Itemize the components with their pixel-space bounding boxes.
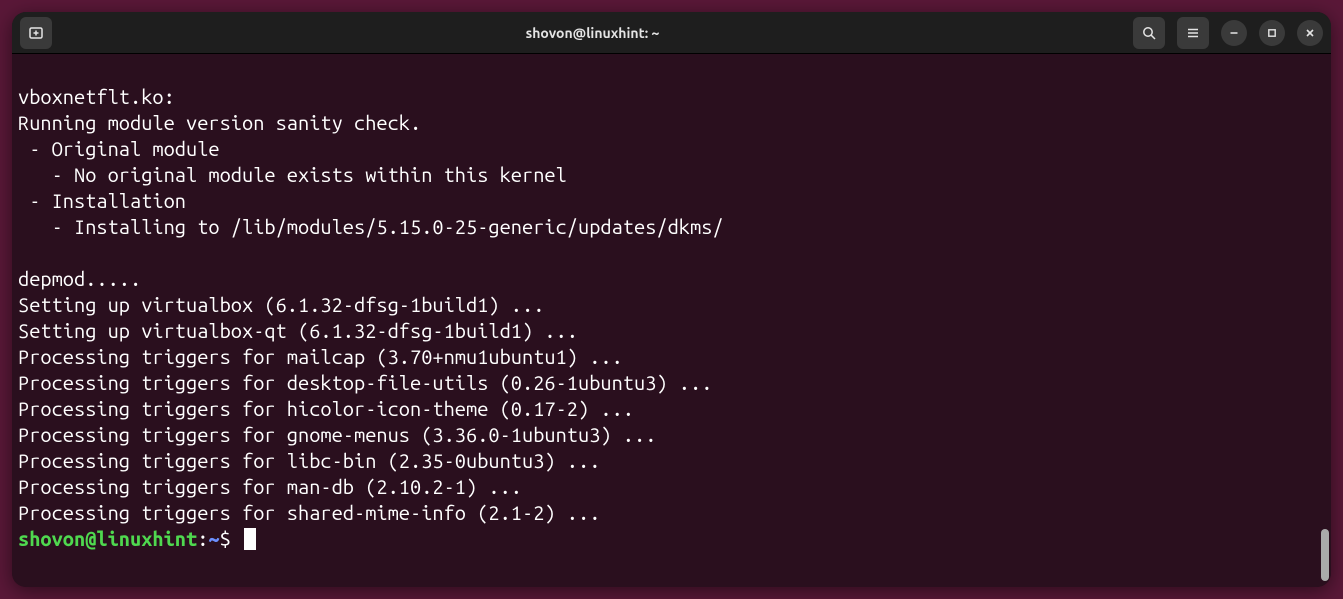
output-line: Running module version sanity check.	[18, 111, 421, 134]
output-line: Processing triggers for gnome-menus (3.3…	[18, 423, 656, 446]
prompt-user: shovon	[18, 527, 85, 550]
prompt: shovon@linuxhint:~$	[18, 527, 256, 550]
new-tab-icon	[28, 25, 44, 41]
output-line: Setting up virtualbox-qt (6.1.32-dfsg-1b…	[18, 319, 578, 342]
prompt-dollar: $	[220, 527, 231, 550]
titlebar: shovon@linuxhint: ~	[12, 12, 1331, 54]
output-line: Processing triggers for hicolor-icon-the…	[18, 397, 634, 420]
search-button[interactable]	[1133, 17, 1165, 49]
scrollbar-thumb[interactable]	[1321, 529, 1329, 581]
output-line: Processing triggers for shared-mime-info…	[18, 501, 600, 524]
cursor	[244, 528, 256, 550]
output-line: - Original module	[18, 137, 220, 160]
prompt-colon: :	[197, 527, 208, 550]
terminal-window: shovon@linuxhint: ~ vboxnetflt.ko: Runni…	[12, 12, 1331, 587]
close-icon	[1304, 27, 1316, 39]
output-line: Processing triggers for mailcap (3.70+nm…	[18, 345, 623, 368]
output-line: - Installing to /lib/modules/5.15.0-25-g…	[18, 215, 724, 238]
prompt-path: ~	[208, 527, 219, 550]
maximize-icon	[1266, 27, 1278, 39]
output-line: depmod.....	[18, 267, 141, 290]
prompt-host: linuxhint	[96, 527, 197, 550]
prompt-at: @	[85, 527, 96, 550]
output-line: vboxnetflt.ko:	[18, 85, 175, 108]
output-line: Setting up virtualbox (6.1.32-dfsg-1buil…	[18, 293, 544, 316]
output-line: - No original module exists within this …	[18, 163, 567, 186]
output-line: - Installation	[18, 189, 186, 212]
minimize-button[interactable]	[1221, 20, 1247, 46]
maximize-button[interactable]	[1259, 20, 1285, 46]
output-line: Processing triggers for libc-bin (2.35-0…	[18, 449, 600, 472]
output-line: Processing triggers for desktop-file-uti…	[18, 371, 712, 394]
close-button[interactable]	[1297, 20, 1323, 46]
search-icon	[1141, 25, 1157, 41]
window-title: shovon@linuxhint: ~	[52, 25, 1133, 41]
new-tab-button[interactable]	[20, 17, 52, 49]
terminal-output[interactable]: vboxnetflt.ko: Running module version sa…	[12, 54, 1331, 587]
hamburger-icon	[1185, 25, 1201, 41]
minimize-icon	[1228, 27, 1240, 39]
output-line: Processing triggers for man-db (2.10.2-1…	[18, 475, 522, 498]
menu-button[interactable]	[1177, 17, 1209, 49]
